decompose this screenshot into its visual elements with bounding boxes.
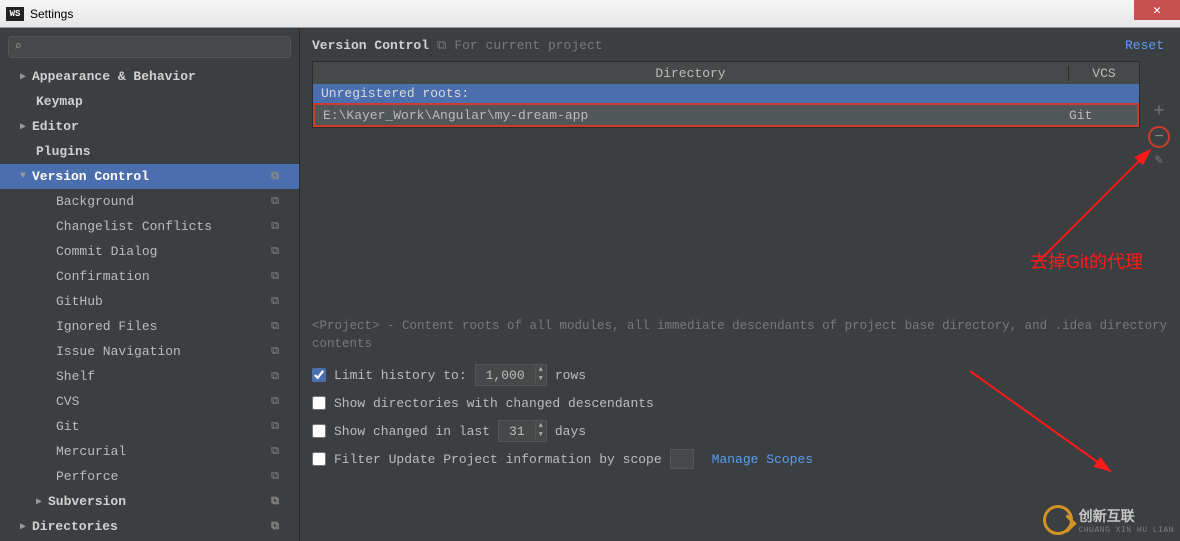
project-scope-icon: ⧉: [271, 171, 279, 183]
watermark-line1: 创新互联: [1079, 506, 1174, 526]
tree-vc-commit[interactable]: Commit Dialog⧉: [0, 239, 299, 264]
chevron-right-icon: ▶: [20, 521, 32, 533]
vcs-roots-table: Directory VCS Unregistered roots: E:\Kay…: [312, 61, 1140, 128]
filter-scope-label: Filter Update Project information by sco…: [334, 452, 662, 467]
project-scope-icon: ⧉: [271, 321, 279, 333]
project-scope-icon: ⧉: [271, 446, 279, 458]
titlebar: WS Settings ✕: [0, 0, 1180, 28]
edit-root-button[interactable]: ✎: [1155, 152, 1163, 169]
reset-link[interactable]: Reset: [1125, 38, 1164, 53]
settings-sidebar: ⌕ ▶Appearance & Behavior Keymap ▶Editor …: [0, 28, 300, 541]
page-subtitle: For current project: [454, 38, 602, 53]
root-vcs: Git: [1069, 108, 1129, 123]
annotation-text: 去掉Git的代理: [1030, 248, 1143, 274]
tree-vc-background[interactable]: Background⧉: [0, 189, 299, 214]
col-vcs: VCS: [1069, 66, 1139, 81]
limit-history-spinner[interactable]: 1,000 ▲▼: [475, 364, 547, 386]
tree-directories[interactable]: ▶Directories⧉: [0, 514, 299, 539]
show-changed-label: Show changed in last: [334, 424, 490, 439]
close-button[interactable]: ✕: [1134, 0, 1180, 20]
root-path: E:\Kayer_Work\Angular\my-dream-app: [323, 108, 1069, 123]
vcs-root-row[interactable]: E:\Kayer_Work\Angular\my-dream-app Git: [313, 103, 1139, 127]
show-changed-checkbox[interactable]: [312, 424, 326, 438]
show-dirs-label: Show directories with changed descendant…: [334, 396, 654, 411]
main-panel: Version Control ⧉ For current project Re…: [300, 28, 1180, 541]
tree-editor[interactable]: ▶Editor: [0, 114, 299, 139]
tree-keymap[interactable]: Keymap: [0, 89, 299, 114]
filter-scope-checkbox[interactable]: [312, 452, 326, 466]
project-scope-icon: ⧉: [271, 346, 279, 358]
watermark: 创新互联 CHUANG XIN HU LIAN: [1043, 505, 1174, 535]
project-scope-icon: ⧉: [271, 221, 279, 233]
watermark-icon: [1043, 505, 1073, 535]
project-scope-icon: ⧉: [271, 396, 279, 408]
project-scope-icon: ⧉: [271, 296, 279, 308]
spinner-up-icon[interactable]: ▲: [536, 366, 546, 375]
chevron-down-icon: ▼: [20, 171, 32, 182]
spinner-down-icon[interactable]: ▼: [536, 375, 546, 384]
spinner-down-icon[interactable]: ▼: [536, 431, 546, 440]
ws-icon: WS: [6, 7, 24, 21]
tree-vc-perforce[interactable]: Perforce⧉: [0, 464, 299, 489]
project-scope-icon: ⧉: [271, 271, 279, 283]
tree-vc-changelist[interactable]: Changelist Conflicts⧉: [0, 214, 299, 239]
add-root-button[interactable]: +: [1154, 102, 1165, 122]
scope-combo[interactable]: [670, 449, 694, 469]
unregistered-header: Unregistered roots:: [313, 84, 1139, 103]
project-scope-icon: ⧉: [437, 38, 446, 53]
tree-appearance[interactable]: ▶Appearance & Behavior: [0, 64, 299, 89]
tree-vc-subversion[interactable]: ▶Subversion⧉: [0, 489, 299, 514]
col-directory: Directory: [313, 66, 1069, 81]
show-dirs-checkbox[interactable]: [312, 396, 326, 410]
tree-vc-cvs[interactable]: CVS⧉: [0, 389, 299, 414]
limit-history-label: Limit history to:: [334, 368, 467, 383]
settings-tree: ▶Appearance & Behavior Keymap ▶Editor Pl…: [0, 64, 299, 539]
project-scope-icon: ⧉: [271, 496, 279, 508]
project-scope-icon: ⧉: [271, 421, 279, 433]
tree-vc-github[interactable]: GitHub⧉: [0, 289, 299, 314]
tree-vc-ignored[interactable]: Ignored Files⧉: [0, 314, 299, 339]
remove-root-button[interactable]: −: [1148, 126, 1170, 148]
tree-vc-shelf[interactable]: Shelf⧉: [0, 364, 299, 389]
limit-history-suffix: rows: [555, 368, 586, 383]
spinner-up-icon[interactable]: ▲: [536, 422, 546, 431]
search-input[interactable]: [8, 36, 291, 58]
tree-vc-mercurial[interactable]: Mercurial⧉: [0, 439, 299, 464]
limit-history-checkbox[interactable]: [312, 368, 326, 382]
chevron-right-icon: ▶: [36, 496, 48, 508]
project-scope-icon: ⧉: [271, 196, 279, 208]
tree-plugins[interactable]: Plugins: [0, 139, 299, 164]
project-scope-icon: ⧉: [271, 246, 279, 258]
project-scope-icon: ⧉: [271, 371, 279, 383]
window-title: Settings: [30, 7, 73, 21]
tree-vc-issue-nav[interactable]: Issue Navigation⧉: [0, 339, 299, 364]
days-suffix: days: [555, 424, 586, 439]
page-title: Version Control: [312, 38, 429, 53]
days-spinner[interactable]: 31 ▲▼: [498, 420, 547, 442]
watermark-line2: CHUANG XIN HU LIAN: [1079, 526, 1174, 535]
chevron-right-icon: ▶: [20, 71, 32, 83]
project-scope-icon: ⧉: [271, 471, 279, 483]
chevron-right-icon: ▶: [20, 121, 32, 133]
tree-version-control[interactable]: ▼Version Control⧉: [0, 164, 299, 189]
search-icon: ⌕: [14, 39, 22, 54]
project-scope-icon: ⧉: [271, 521, 279, 533]
tree-vc-confirmation[interactable]: Confirmation⧉: [0, 264, 299, 289]
breadcrumb: Version Control ⧉ For current project Re…: [312, 38, 1168, 53]
tree-vc-git[interactable]: Git⧉: [0, 414, 299, 439]
help-text: <Project> - Content roots of all modules…: [312, 318, 1168, 353]
manage-scopes-link[interactable]: Manage Scopes: [712, 452, 813, 467]
